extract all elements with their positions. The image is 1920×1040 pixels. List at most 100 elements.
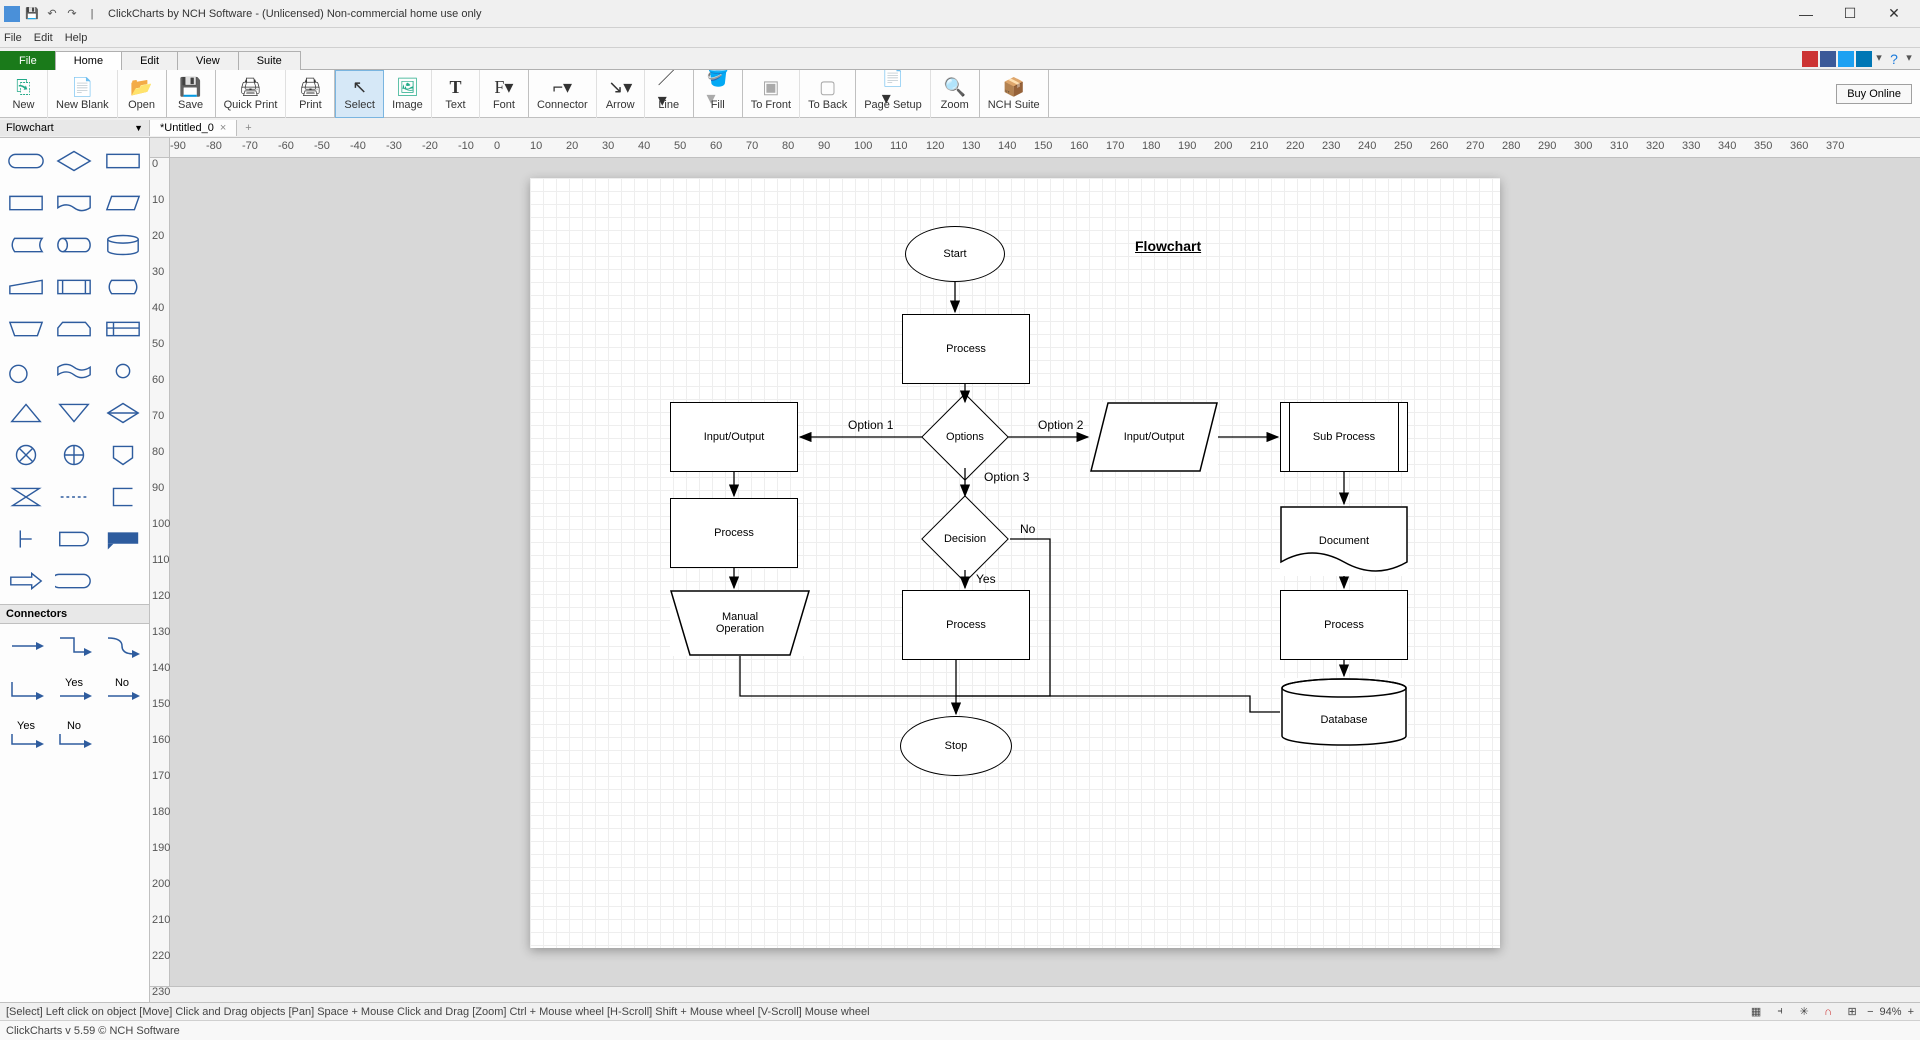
select-button[interactable]: ↖Select bbox=[335, 70, 384, 118]
connector-straight[interactable] bbox=[4, 630, 48, 662]
connector-no[interactable]: No bbox=[100, 674, 144, 706]
shape-annotation[interactable] bbox=[101, 480, 145, 514]
shape-card[interactable] bbox=[4, 186, 48, 220]
shape-internal-storage[interactable] bbox=[101, 312, 145, 346]
shape-connector[interactable] bbox=[4, 354, 48, 388]
print-button[interactable]: 🖨Print bbox=[286, 70, 334, 118]
shape-bracket-r[interactable] bbox=[4, 522, 48, 556]
shape-merge[interactable] bbox=[52, 396, 96, 430]
to-back-button[interactable]: ▢To Back bbox=[800, 70, 855, 118]
shape-manual-input[interactable] bbox=[4, 270, 48, 304]
node-decision[interactable]: Decision bbox=[921, 495, 1009, 583]
shape-process[interactable] bbox=[101, 144, 145, 178]
new-button[interactable]: ⎘New bbox=[0, 70, 48, 118]
nch-suite-button[interactable]: 📦NCH Suite bbox=[980, 70, 1048, 118]
font-button[interactable]: F▾Font bbox=[480, 70, 528, 118]
connector-curved[interactable] bbox=[100, 630, 144, 662]
gplus-icon[interactable] bbox=[1802, 51, 1818, 67]
menu-help[interactable]: Help bbox=[65, 32, 88, 44]
connector-elbow2[interactable] bbox=[4, 674, 48, 706]
shape-stored-data[interactable] bbox=[4, 228, 48, 262]
twitter-icon[interactable] bbox=[1838, 51, 1854, 67]
node-database[interactable]: Database bbox=[1280, 678, 1408, 746]
image-button[interactable]: 🖼Image bbox=[384, 70, 432, 118]
new-blank-button[interactable]: 📄New Blank bbox=[48, 70, 118, 118]
page[interactable]: Flowchart Start Process Options Input/Ou… bbox=[530, 178, 1500, 948]
zoom-out-button[interactable]: − bbox=[1867, 1006, 1873, 1018]
node-document[interactable]: Document bbox=[1280, 506, 1408, 576]
shape-decision[interactable] bbox=[52, 144, 96, 178]
shape-document[interactable] bbox=[52, 186, 96, 220]
zoom-button[interactable]: 🔍Zoom bbox=[931, 70, 979, 118]
shape-terminator[interactable] bbox=[4, 144, 48, 178]
snap-icon[interactable]: ⫞ bbox=[1771, 1003, 1789, 1021]
help-icon[interactable]: ? bbox=[1886, 51, 1902, 67]
node-process-left[interactable]: Process bbox=[670, 498, 798, 568]
close-button[interactable]: ✕ bbox=[1872, 0, 1916, 28]
canvas[interactable]: Flowchart Start Process Options Input/Ou… bbox=[170, 158, 1920, 986]
shape-data[interactable] bbox=[101, 186, 145, 220]
shape-tape[interactable] bbox=[52, 354, 96, 388]
connector-yes-elbow[interactable]: Yes bbox=[4, 718, 48, 750]
save-button[interactable]: 💾Save bbox=[167, 70, 215, 118]
fill-button[interactable]: 🪣▾Fill bbox=[694, 70, 742, 118]
save-icon[interactable]: 💾 bbox=[24, 6, 40, 22]
connector-button[interactable]: ⌐▾Connector bbox=[529, 70, 597, 118]
guides-icon[interactable]: ⊞ bbox=[1843, 1003, 1861, 1021]
shape-collate[interactable] bbox=[4, 480, 48, 514]
social-dropdown-icon[interactable]: ▾ bbox=[1874, 51, 1884, 67]
connector-no-elbow[interactable]: No bbox=[52, 718, 96, 750]
node-process-right[interactable]: Process bbox=[1280, 590, 1408, 660]
grid-icon[interactable]: ▦ bbox=[1747, 1003, 1765, 1021]
shape-category-dropdown[interactable]: Flowchart ▼ bbox=[0, 120, 150, 136]
tab-view[interactable]: View bbox=[177, 51, 239, 70]
chart-title[interactable]: Flowchart bbox=[1135, 238, 1201, 254]
gear-icon[interactable]: ✳ bbox=[1795, 1003, 1813, 1021]
zoom-level[interactable]: 94% bbox=[1880, 1006, 1902, 1018]
node-manual-op[interactable]: Manual Operation bbox=[670, 590, 810, 656]
quick-print-button[interactable]: 🖨Quick Print bbox=[216, 70, 287, 118]
shape-arrow-right[interactable] bbox=[4, 564, 48, 598]
shape-sum[interactable] bbox=[52, 438, 96, 472]
tab-edit[interactable]: Edit bbox=[121, 51, 178, 70]
shape-database[interactable] bbox=[101, 228, 145, 262]
node-io-left[interactable]: Input/Output bbox=[670, 402, 798, 472]
menu-file[interactable]: File bbox=[4, 32, 22, 44]
shape-display[interactable] bbox=[101, 270, 145, 304]
line-button[interactable]: ／▾Line bbox=[645, 70, 693, 118]
shape-small-circle[interactable] bbox=[101, 354, 145, 388]
node-process-mid[interactable]: Process bbox=[902, 590, 1030, 660]
undo-icon[interactable]: ↶ bbox=[44, 6, 60, 22]
redo-icon[interactable]: ↷ bbox=[64, 6, 80, 22]
shape-loop-limit[interactable] bbox=[52, 312, 96, 346]
shape-sort[interactable] bbox=[101, 396, 145, 430]
shape-subprocess[interactable] bbox=[52, 270, 96, 304]
shape-callout[interactable] bbox=[101, 522, 145, 556]
node-subprocess[interactable]: Sub Process bbox=[1280, 402, 1408, 472]
page-setup-button[interactable]: 📄▾Page Setup bbox=[856, 70, 931, 118]
tab-file[interactable]: File bbox=[0, 51, 56, 70]
arrow-button[interactable]: ↘▾Arrow bbox=[597, 70, 645, 118]
shape-extract[interactable] bbox=[4, 396, 48, 430]
magnet-icon[interactable]: ∩ bbox=[1819, 1003, 1837, 1021]
shape-multi-doc[interactable] bbox=[52, 480, 96, 514]
connector-elbow[interactable] bbox=[52, 630, 96, 662]
node-start[interactable]: Start bbox=[905, 226, 1005, 282]
document-tab[interactable]: *Untitled_0 × bbox=[150, 120, 237, 136]
shape-or[interactable] bbox=[4, 438, 48, 472]
new-tab-button[interactable]: + bbox=[237, 122, 259, 134]
shape-offpage[interactable] bbox=[101, 438, 145, 472]
node-process-1[interactable]: Process bbox=[902, 314, 1030, 384]
menu-edit[interactable]: Edit bbox=[34, 32, 53, 44]
node-stop[interactable]: Stop bbox=[900, 716, 1012, 776]
shape-delay[interactable] bbox=[52, 522, 96, 556]
shape-direct-data[interactable] bbox=[52, 228, 96, 262]
connector-yes[interactable]: Yes bbox=[52, 674, 96, 706]
buy-online-button[interactable]: Buy Online bbox=[1836, 84, 1912, 104]
node-io-right[interactable]: Input/Output bbox=[1090, 402, 1218, 472]
tab-home[interactable]: Home bbox=[55, 51, 122, 70]
text-button[interactable]: TText bbox=[432, 70, 480, 118]
zoom-in-button[interactable]: + bbox=[1908, 1006, 1914, 1018]
shape-rounded[interactable] bbox=[52, 564, 96, 598]
help-dropdown-icon[interactable]: ▾ bbox=[1904, 51, 1914, 67]
